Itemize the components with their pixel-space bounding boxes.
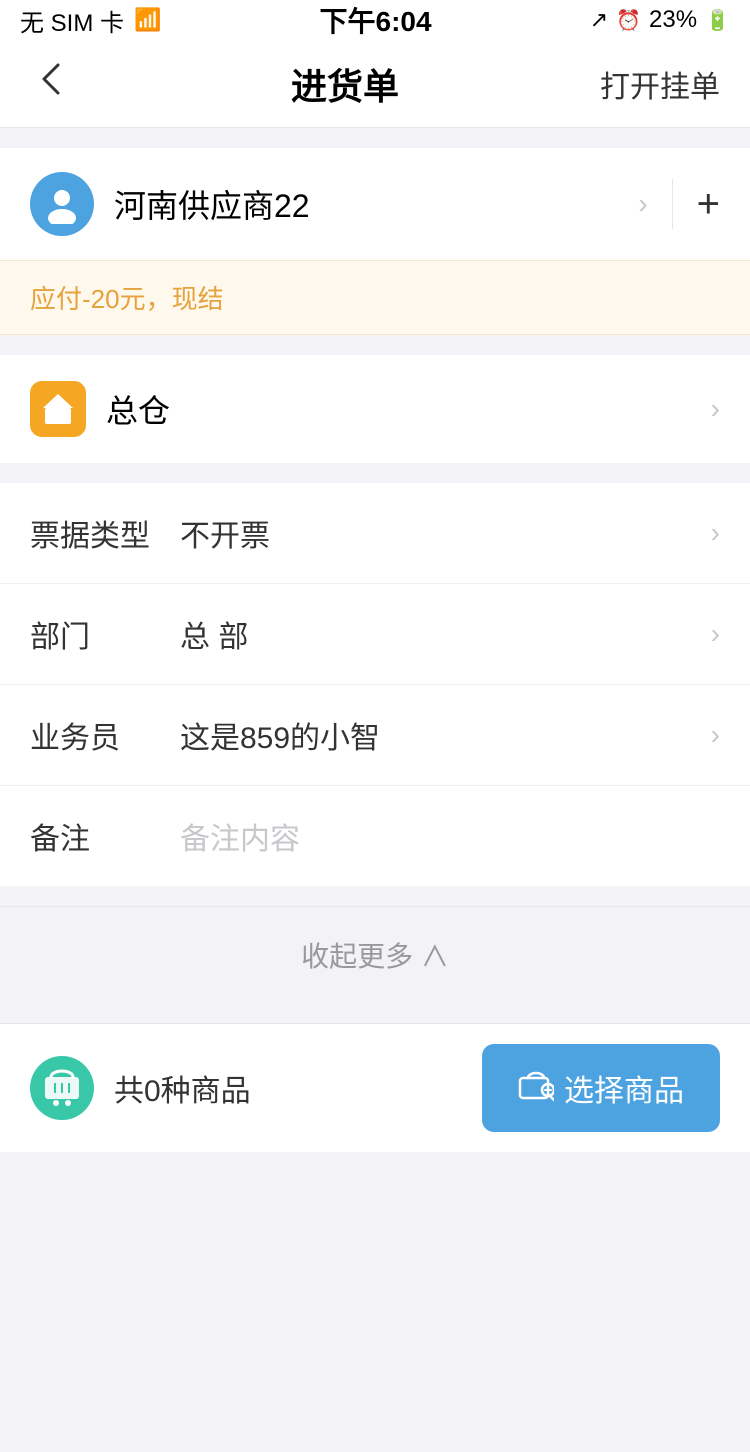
invoice-chevron-icon: ›	[711, 517, 720, 549]
collapse-button[interactable]: 收起更多 ∧	[0, 906, 750, 1003]
salesman-row[interactable]: 业务员 这是859的小智 ›	[0, 685, 750, 786]
carrier-label: 无 SIM 卡	[20, 3, 124, 38]
department-value: 总 部	[150, 612, 711, 656]
warehouse-chevron-icon: ›	[711, 393, 720, 425]
open-pending-button[interactable]: 打开挂单	[600, 62, 720, 106]
product-count: 共0种商品	[114, 1066, 482, 1110]
supplier-row[interactable]: 河南供应商22 › +	[0, 148, 750, 260]
page-title: 进货单	[291, 58, 399, 110]
divider	[672, 179, 673, 229]
department-chevron-icon: ›	[711, 618, 720, 650]
supplier-section: 河南供应商22 › + 应付-20元，现结	[0, 148, 750, 335]
salesman-label: 业务员	[30, 713, 150, 757]
form-section: 票据类型 不开票 › 部门 总 部 › 业务员 这是859的小智 › 备注 备注…	[0, 483, 750, 886]
remark-row[interactable]: 备注 备注内容	[0, 786, 750, 886]
warehouse-section[interactable]: 总仓 ›	[0, 355, 750, 463]
invoice-type-label: 票据类型	[30, 511, 150, 555]
cart-icon-wrap	[30, 1056, 94, 1120]
status-right: ↗ ⏰ 23% 🔋	[590, 6, 730, 34]
avatar	[30, 172, 94, 236]
warehouse-icon	[30, 381, 86, 437]
invoice-type-value: 不开票	[150, 511, 711, 555]
alarm-icon: ⏰	[616, 8, 641, 33]
department-label: 部门	[30, 612, 150, 656]
warehouse-row[interactable]: 总仓 ›	[0, 355, 750, 463]
notice-text: 应付-20元，现结	[30, 284, 224, 314]
select-product-button[interactable]: 选择商品	[482, 1044, 720, 1132]
supplier-name: 河南供应商22	[114, 181, 638, 227]
department-row[interactable]: 部门 总 部 ›	[0, 584, 750, 685]
notice-bar: 应付-20元，现结	[0, 260, 750, 335]
select-product-label: 选择商品	[564, 1066, 684, 1110]
invoice-type-row[interactable]: 票据类型 不开票 ›	[0, 483, 750, 584]
status-left: 无 SIM 卡 📶	[20, 3, 161, 38]
battery-icon: 🔋	[705, 8, 730, 33]
time-label: 下午6:04	[320, 0, 432, 40]
back-button[interactable]	[30, 59, 90, 109]
wifi-icon: 📶	[134, 7, 161, 33]
supplier-chevron-icon: ›	[638, 188, 647, 220]
battery-label: 23%	[649, 6, 697, 34]
warehouse-name: 总仓	[106, 386, 711, 432]
bottom-bar: 共0种商品 选择商品	[0, 1023, 750, 1152]
status-bar: 无 SIM 卡 📶 下午6:04 ↗ ⏰ 23% 🔋	[0, 0, 750, 40]
salesman-chevron-icon: ›	[711, 719, 720, 751]
remark-label: 备注	[30, 814, 150, 858]
remark-input[interactable]: 备注内容	[150, 814, 720, 858]
empty-area	[0, 1152, 750, 1452]
salesman-value: 这是859的小智	[150, 713, 711, 757]
location-icon: ↗	[590, 7, 608, 33]
nav-bar: 进货单 打开挂单	[0, 40, 750, 128]
add-button[interactable]: +	[697, 184, 720, 224]
